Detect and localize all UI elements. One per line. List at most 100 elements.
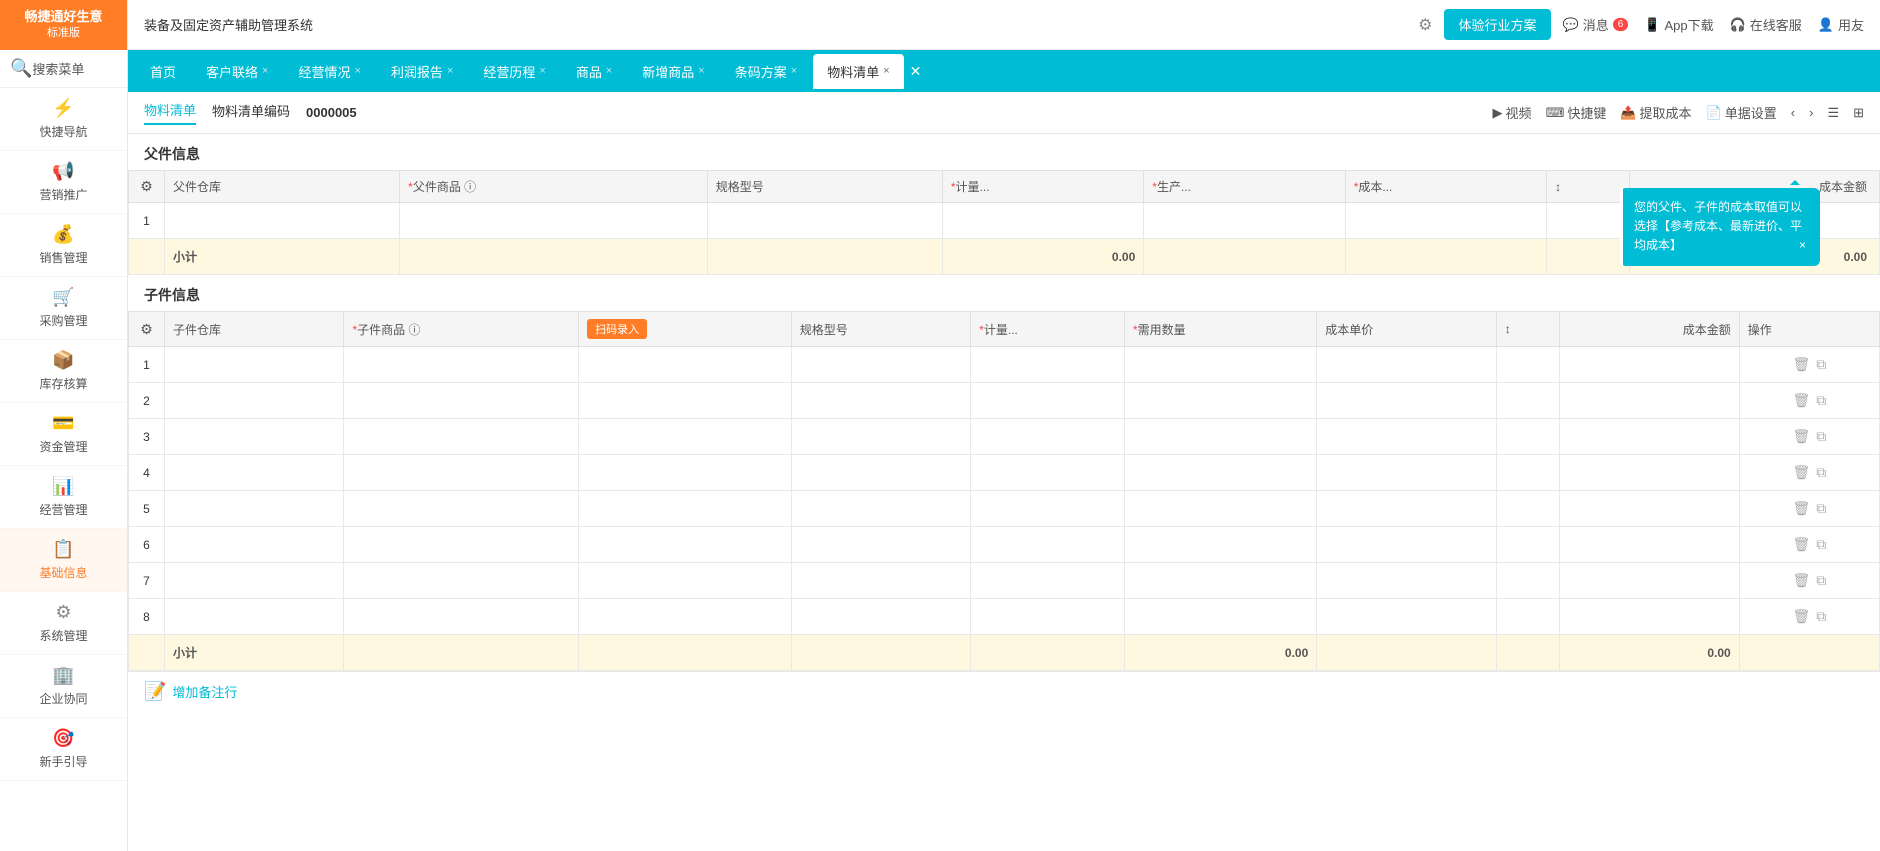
child-qty-cell[interactable]: [1124, 455, 1316, 491]
tab-close-icon[interactable]: ×: [262, 65, 268, 77]
message-action[interactable]: 💬 消息 6: [1563, 15, 1629, 34]
child-spec-cell[interactable]: [791, 347, 970, 383]
child-warehouse-cell[interactable]: [165, 383, 344, 419]
sidebar-item-guide[interactable]: 🎯 新手引导: [0, 718, 127, 781]
close-all-tabs-icon[interactable]: ✕: [910, 63, 922, 80]
child-qty-cell[interactable]: [1124, 599, 1316, 635]
child-warehouse-cell[interactable]: [165, 347, 344, 383]
tab-home[interactable]: 首页: [136, 54, 190, 89]
nav-grid-icon[interactable]: ⊞: [1853, 105, 1864, 121]
child-warehouse-cell[interactable]: [165, 563, 344, 599]
child-spec-cell[interactable]: [791, 383, 970, 419]
child-product-cell[interactable]: [344, 383, 579, 419]
child-qty-cell[interactable]: [1124, 419, 1316, 455]
tab-new-product[interactable]: 新增商品 ×: [628, 54, 718, 89]
delete-icon[interactable]: 🗑: [1792, 536, 1810, 553]
parent-spec-cell[interactable]: [707, 203, 942, 239]
child-product-cell[interactable]: [344, 455, 579, 491]
parent-cost-cell[interactable]: [1345, 203, 1546, 239]
parent-production-cell[interactable]: [1144, 203, 1345, 239]
sidebar-item-system[interactable]: ⚙ 系统管理: [0, 592, 127, 655]
tab-close-icon[interactable]: ×: [447, 65, 453, 77]
child-unit-cell[interactable]: [971, 491, 1125, 527]
child-spec-cell[interactable]: [791, 563, 970, 599]
copy-icon[interactable]: ⧉: [1816, 572, 1826, 589]
sidebar-item-operations[interactable]: 📊 经营管理: [0, 466, 127, 529]
nav-prev-icon[interactable]: ‹: [1791, 105, 1795, 120]
delete-icon[interactable]: 🗑: [1792, 428, 1810, 445]
tab-bom[interactable]: 物料清单 ×: [813, 54, 903, 89]
child-qty-cell[interactable]: [1124, 527, 1316, 563]
parent-product-cell[interactable]: [400, 203, 708, 239]
child-spec-cell[interactable]: [791, 599, 970, 635]
child-unit-price-cell[interactable]: [1317, 383, 1496, 419]
child-scan-col[interactable]: 扫码录入: [579, 312, 792, 347]
tab-close-icon[interactable]: ×: [791, 65, 797, 77]
child-warehouse-cell[interactable]: [165, 491, 344, 527]
child-spec-cell[interactable]: [791, 419, 970, 455]
tab-operations[interactable]: 经营情况 ×: [284, 54, 374, 89]
sub-nav-bom-code[interactable]: 物料清单编码: [212, 101, 290, 124]
add-row-label[interactable]: 增加备注行: [172, 682, 237, 701]
child-unit-price-cell[interactable]: [1317, 455, 1496, 491]
child-unit-price-cell[interactable]: [1317, 491, 1496, 527]
sidebar-item-sales[interactable]: 💰 销售管理: [0, 214, 127, 277]
delete-icon[interactable]: 🗑: [1792, 572, 1810, 589]
tab-profit[interactable]: 利润报告 ×: [377, 54, 467, 89]
child-warehouse-cell[interactable]: [165, 419, 344, 455]
extract-cost-action[interactable]: 📤 提取成本: [1620, 103, 1691, 122]
tab-close-icon[interactable]: ×: [354, 65, 360, 77]
sidebar-item-search[interactable]: 🔍 搜索菜单: [0, 50, 127, 88]
copy-icon[interactable]: ⧉: [1816, 608, 1826, 625]
delete-icon[interactable]: 🗑: [1792, 356, 1810, 373]
copy-icon[interactable]: ⧉: [1816, 536, 1826, 553]
child-spec-cell[interactable]: [791, 491, 970, 527]
sidebar-item-basic-info[interactable]: 📋 基础信息: [0, 529, 127, 592]
child-settings-col[interactable]: ⚙: [129, 312, 165, 347]
child-unit-cell[interactable]: [971, 383, 1125, 419]
child-qty-cell[interactable]: [1124, 563, 1316, 599]
tab-products[interactable]: 商品 ×: [562, 54, 626, 89]
parent-settings-col[interactable]: ⚙: [129, 171, 165, 203]
child-spec-cell[interactable]: [791, 527, 970, 563]
parent-warehouse-cell[interactable]: [165, 203, 400, 239]
sidebar-item-quick-nav[interactable]: ⚡ 快捷导航: [0, 88, 127, 151]
video-action[interactable]: ▶ 视频: [1493, 103, 1532, 122]
copy-icon[interactable]: ⧉: [1816, 428, 1826, 445]
tab-close-icon[interactable]: ×: [539, 65, 545, 77]
scan-button[interactable]: 扫码录入: [587, 319, 647, 339]
child-unit-price-cell[interactable]: [1317, 347, 1496, 383]
child-spec-cell[interactable]: [791, 455, 970, 491]
child-unit-cell[interactable]: [971, 347, 1125, 383]
child-product-cell[interactable]: [344, 419, 579, 455]
child-product-cell[interactable]: [344, 491, 579, 527]
shortcut-action[interactable]: ⌨ 快捷键: [1546, 103, 1607, 122]
sidebar-item-inventory[interactable]: 📦 库存核算: [0, 340, 127, 403]
child-unit-cell[interactable]: [971, 455, 1125, 491]
doc-settings-action[interactable]: 📄 单据设置: [1706, 103, 1777, 122]
tab-history[interactable]: 经营历程 ×: [469, 54, 559, 89]
child-product-cell[interactable]: [344, 347, 579, 383]
copy-icon[interactable]: ⧉: [1816, 356, 1826, 373]
tab-barcode[interactable]: 条码方案 ×: [721, 54, 811, 89]
tab-close-icon[interactable]: ×: [606, 65, 612, 77]
tooltip-close-button[interactable]: ×: [1799, 236, 1806, 255]
child-unit-cell[interactable]: [971, 419, 1125, 455]
delete-icon[interactable]: 🗑: [1792, 608, 1810, 625]
trial-button[interactable]: 体验行业方案: [1444, 9, 1550, 40]
sidebar-item-finance[interactable]: 💳 资金管理: [0, 403, 127, 466]
child-warehouse-cell[interactable]: [165, 527, 344, 563]
tab-close-icon[interactable]: ×: [883, 65, 889, 77]
delete-icon[interactable]: 🗑: [1792, 392, 1810, 409]
delete-icon[interactable]: 🗑: [1792, 464, 1810, 481]
online-service-action[interactable]: 🎧 在线客服: [1730, 15, 1802, 34]
add-row-icon[interactable]: 📝: [144, 681, 166, 702]
child-product-cell[interactable]: [344, 527, 579, 563]
copy-icon[interactable]: ⧉: [1816, 500, 1826, 517]
child-unit-cell[interactable]: [971, 599, 1125, 635]
sub-nav-bom[interactable]: 物料清单: [144, 100, 196, 125]
child-qty-cell[interactable]: [1124, 347, 1316, 383]
sidebar-item-enterprise[interactable]: 🏢 企业协同: [0, 655, 127, 718]
child-unit-price-cell[interactable]: [1317, 419, 1496, 455]
child-product-cell[interactable]: [344, 563, 579, 599]
